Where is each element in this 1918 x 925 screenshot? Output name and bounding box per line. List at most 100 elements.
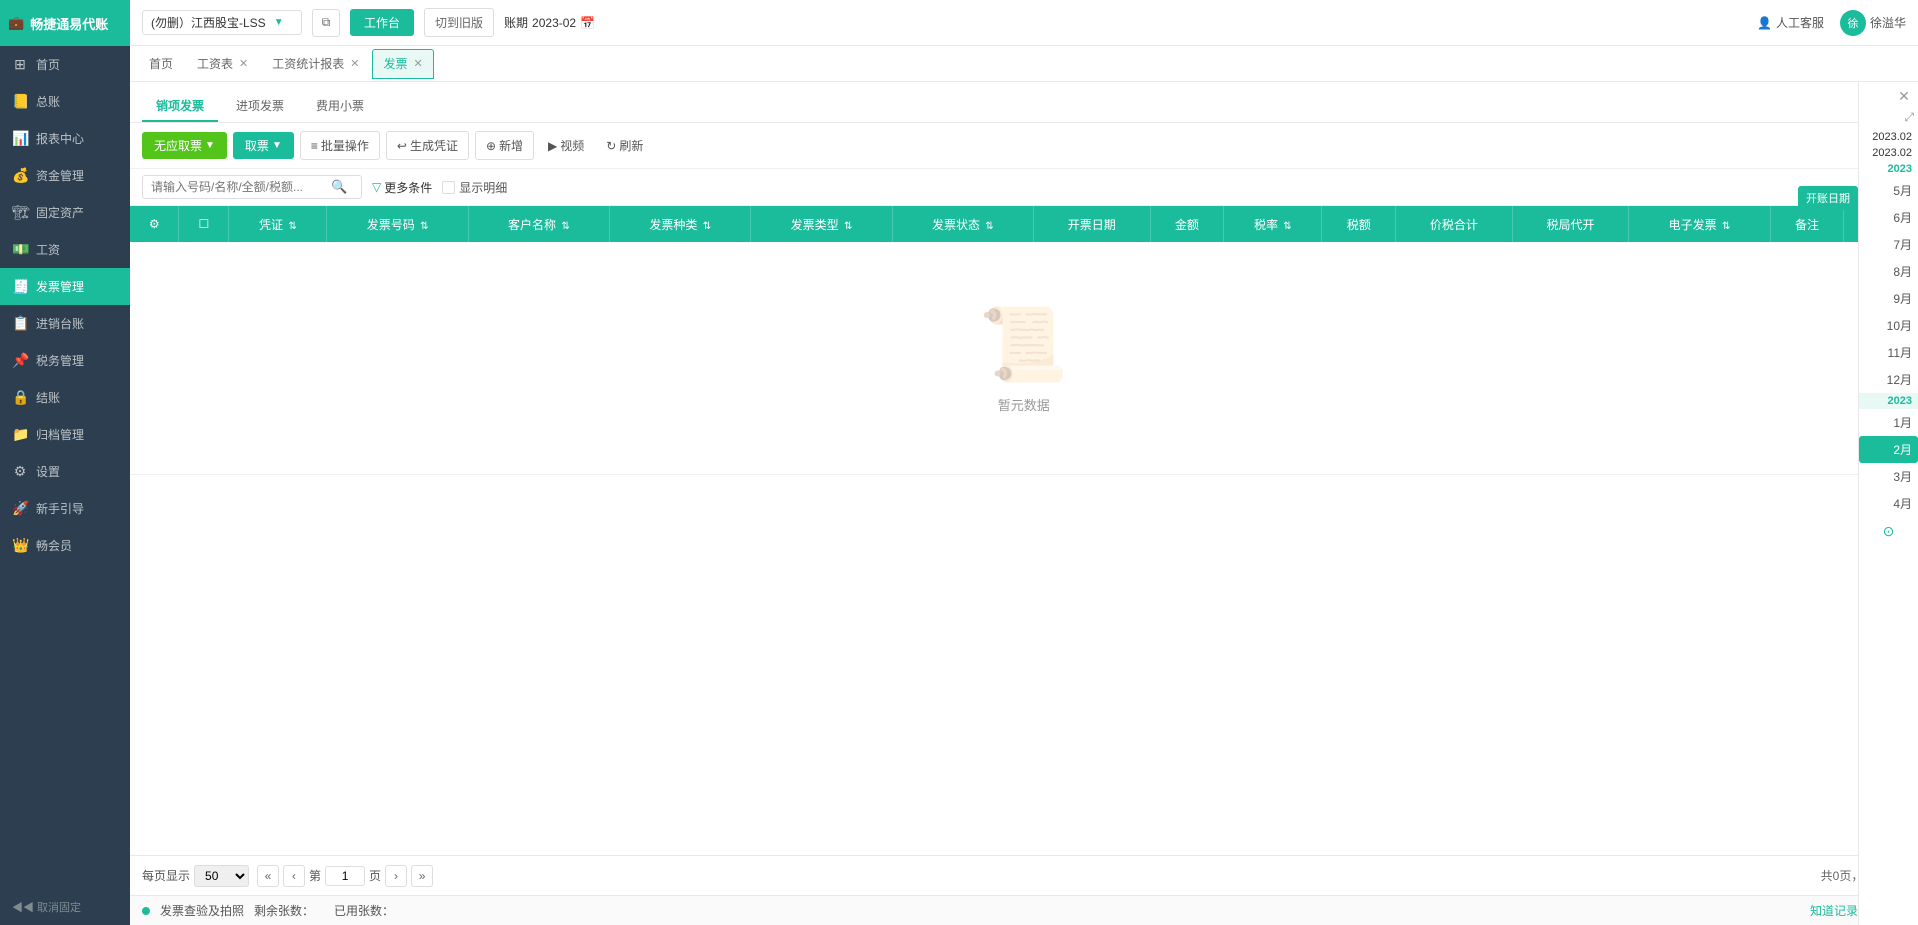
col-total[interactable]: 价税合计 [1396, 206, 1513, 242]
refresh-button[interactable]: ↻ 刷新 [598, 132, 651, 159]
subtab-purchase[interactable]: 进项发票 [222, 91, 298, 122]
search-icon[interactable]: 🔍 [331, 179, 347, 195]
tab-invoice-close-icon[interactable]: ✕ [414, 57, 423, 70]
search-input[interactable] [151, 180, 331, 194]
col-open-date[interactable]: 开票日期 [1033, 206, 1150, 242]
video-button[interactable]: ▶ 视频 [540, 132, 592, 159]
col-remarks[interactable]: 备注 [1770, 206, 1844, 242]
check-label: 发票查验及拍照 [160, 902, 244, 919]
batch-ops-button[interactable]: ≡ 批量操作 [300, 131, 380, 160]
subtab-sales[interactable]: 销项发票 [142, 91, 218, 122]
calendar-month-9[interactable]: 9月 [1859, 285, 1918, 312]
sidebar-item-reports[interactable]: 📊 报表中心 [0, 120, 130, 157]
col-invoice-type[interactable]: 发票种类 ⇅ [610, 206, 751, 242]
company-selector[interactable]: (勿删）江西股宝-LSS ▼ [142, 10, 302, 35]
col-tax-code[interactable]: 税局代开 [1512, 206, 1629, 242]
sidebar-item-closing[interactable]: 🔒 结账 [0, 379, 130, 416]
period-prefix: 账期 [504, 14, 528, 31]
col-voucher[interactable]: 凭证 ⇅ [229, 206, 327, 242]
sidebar-item-tax[interactable]: 📌 税务管理 [0, 342, 130, 379]
subtab-expense[interactable]: 费用小票 [302, 91, 378, 122]
col-amount[interactable]: 金额 [1150, 206, 1224, 242]
company-name: (勿删）江西股宝-LSS [151, 14, 266, 31]
calendar-month-3[interactable]: 3月 [1859, 463, 1918, 490]
col-invoice-category[interactable]: 发票类型 ⇅ [751, 206, 892, 242]
page-number-input[interactable] [325, 866, 365, 886]
assets-icon: 🏗 [12, 204, 28, 221]
calendar-month-8[interactable]: 8月 [1859, 258, 1918, 285]
next-page-button[interactable]: › [385, 865, 407, 887]
calendar-month-1[interactable]: 1月 [1859, 409, 1918, 436]
user-profile[interactable]: 徐 徐溢华 [1840, 10, 1906, 36]
tab-payroll-stat-close-icon[interactable]: ✕ [350, 57, 359, 70]
col-tax-amount[interactable]: 税额 [1322, 206, 1396, 242]
tab-payroll-close-icon[interactable]: ✕ [239, 57, 248, 70]
sidebar-item-assets[interactable]: 🏗 固定资产 [0, 194, 130, 231]
show-detail-checkbox[interactable] [442, 181, 455, 194]
open-period-button[interactable]: 开账日期 [1798, 186, 1858, 210]
sidebar-item-label: 总账 [36, 93, 60, 110]
calendar-month-10[interactable]: 10月 [1859, 312, 1918, 339]
calendar-prev-entry-2[interactable]: 2023.02 [1859, 145, 1918, 161]
calendar-month-12[interactable]: 12月 [1859, 366, 1918, 393]
subtab-purchase-label: 进项发票 [236, 99, 284, 113]
calendar-prev-entry-1[interactable]: 2023.02 [1859, 129, 1918, 145]
col-settings[interactable]: ⚙ [130, 206, 179, 242]
tab-payroll-stat[interactable]: 工资统计报表 ✕ [261, 49, 370, 79]
col-customer[interactable]: 客户名称 ⇅ [468, 206, 609, 242]
prev-page-button[interactable]: ‹ [283, 865, 305, 887]
show-detail-toggle[interactable]: 显示明细 [442, 179, 507, 196]
col-e-invoice[interactable]: 电子发票 ⇅ [1629, 206, 1770, 242]
calendar-month-6[interactable]: 6月 [1859, 204, 1918, 231]
sidebar-item-ledger[interactable]: 📒 总账 [0, 83, 130, 120]
page-size-select[interactable]: 50 10 20 100 [194, 865, 249, 887]
closing-icon: 🔒 [12, 389, 28, 406]
add-label: 新增 [499, 137, 523, 154]
sidebar-item-payroll[interactable]: 💵 工资 [0, 231, 130, 268]
know-record-link[interactable]: 知道记录 [1810, 902, 1858, 919]
more-conditions-button[interactable]: ▽ 更多条件 [372, 179, 432, 196]
sidebar-item-guide[interactable]: 🚀 新手引导 [0, 490, 130, 527]
calendar-close-button[interactable]: ✕ [1894, 86, 1914, 106]
calendar-month-7[interactable]: 7月 [1859, 231, 1918, 258]
tab-invoice-label: 发票 [383, 55, 407, 72]
col-tax-rate[interactable]: 税率 ⇅ [1224, 206, 1322, 242]
sidebar-item-member[interactable]: 👑 畅会员 [0, 527, 130, 564]
sidebar-item-home[interactable]: ⊞ 首页 [0, 46, 130, 83]
tab-invoice[interactable]: 发票 ✕ [372, 49, 433, 79]
more-conditions-label: 更多条件 [384, 179, 432, 196]
gen-voucher-button[interactable]: ↩ 生成凭证 [386, 131, 469, 160]
first-page-button[interactable]: « [257, 865, 279, 887]
no-pick-button[interactable]: 无应取票 ▼ [142, 132, 227, 159]
sidebar-item-invoice[interactable]: 🧾 发票管理 [0, 268, 130, 305]
tab-payroll[interactable]: 工资表 ✕ [186, 49, 259, 79]
service-button[interactable]: 👤 人工客服 [1757, 14, 1824, 31]
add-button[interactable]: ⊕ 新增 [475, 131, 534, 160]
sidebar-item-archive[interactable]: 📁 归档管理 [0, 416, 130, 453]
sidebar-collapse[interactable]: ◀◀ 取消固定 [0, 889, 130, 925]
calendar-scroll-icon[interactable]: ⊙ [1883, 523, 1895, 540]
calendar-month-4[interactable]: 4月 [1859, 490, 1918, 517]
calendar-month-5[interactable]: 5月 [1859, 177, 1918, 204]
subtab-bar: 销项发票 进项发票 费用小票 ⊞ [130, 82, 1918, 123]
calendar-expand-button[interactable]: ⤢ [1904, 110, 1914, 125]
sidebar-item-sales[interactable]: 📋 进销台账 [0, 305, 130, 342]
col-checkbox[interactable]: ☐ [179, 206, 229, 242]
calendar-month-2[interactable]: 2月 [1859, 436, 1918, 463]
batch-ops-icon: ≡ [311, 139, 318, 153]
col-invoice-no[interactable]: 发票号码 ⇅ [327, 206, 468, 242]
last-page-button[interactable]: » [411, 865, 433, 887]
col-invoice-status[interactable]: 发票状态 ⇅ [892, 206, 1033, 242]
member-icon: 👑 [12, 537, 28, 554]
empty-icon: 📜 [979, 302, 1069, 387]
sidebar-item-funds[interactable]: 💰 资金管理 [0, 157, 130, 194]
topbar-right: 👤 人工客服 徐 徐溢华 [1757, 10, 1906, 36]
sidebar-item-settings[interactable]: ⚙ 设置 [0, 453, 130, 490]
switch-version-button[interactable]: 切到旧版 [424, 8, 494, 37]
workbench-button[interactable]: 工作台 [350, 9, 414, 36]
pick-button[interactable]: 取票 ▼ [233, 132, 294, 159]
tab-home[interactable]: 首页 [138, 49, 184, 79]
pagination-nav: « ‹ 第 页 › » [257, 865, 433, 887]
copy-icon[interactable]: ⧉ [312, 9, 340, 37]
calendar-month-11[interactable]: 11月 [1859, 339, 1918, 366]
